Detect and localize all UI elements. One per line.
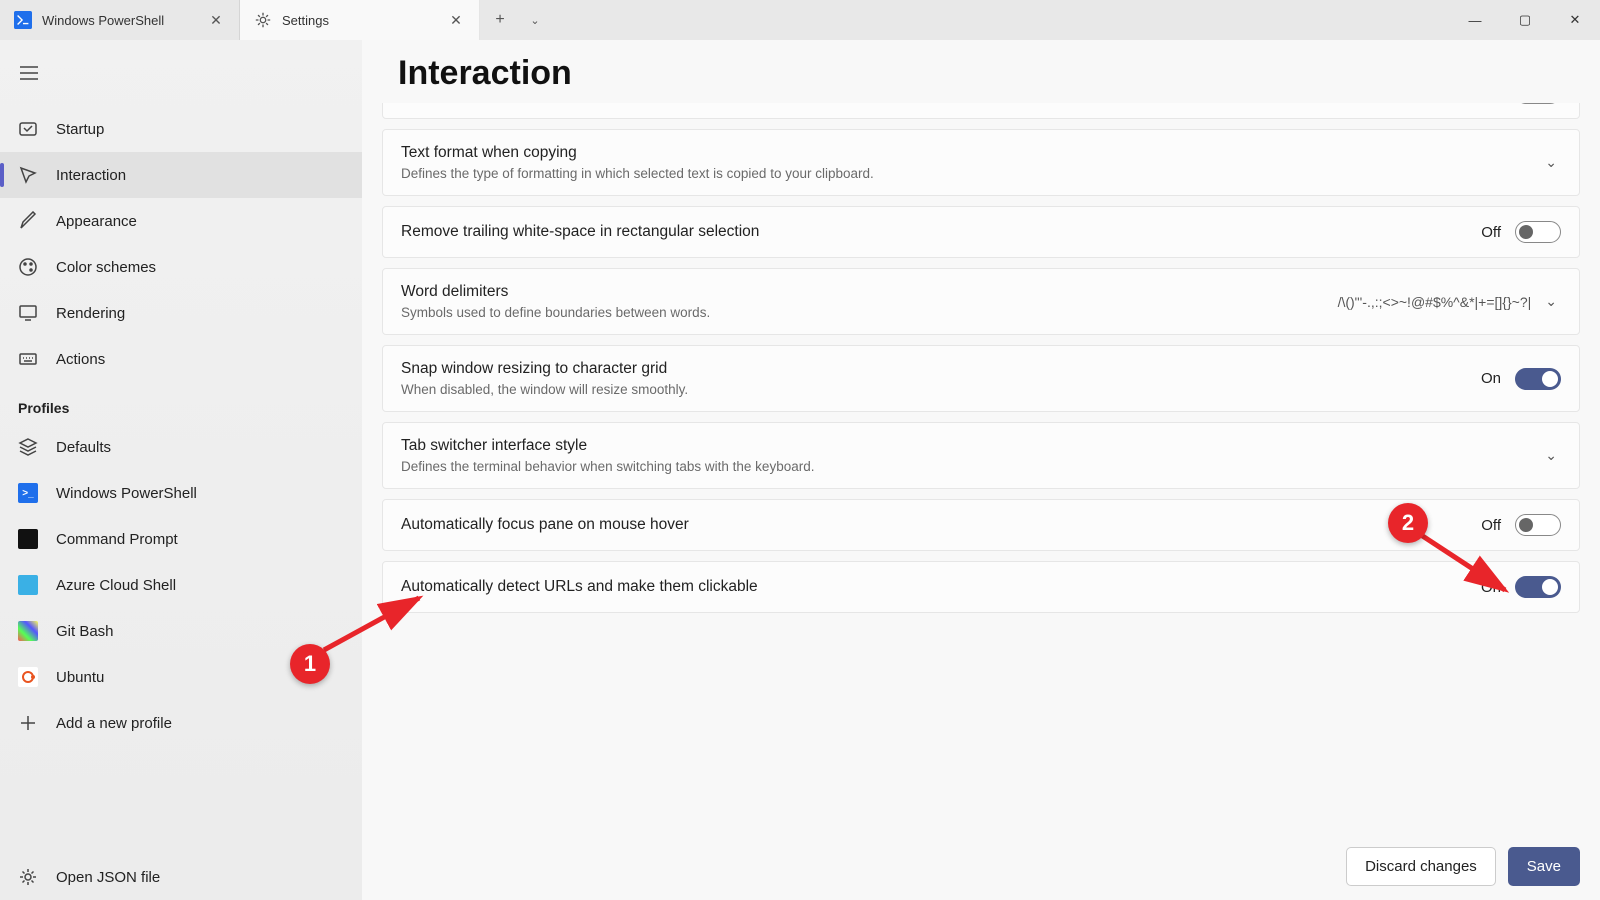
plus-icon (18, 713, 38, 733)
sidebar-item-actions[interactable]: Actions (0, 336, 362, 382)
setting-word-delimiters[interactable]: Word delimiters Symbols used to define b… (382, 268, 1580, 335)
nav-label: Command Prompt (56, 531, 178, 548)
minimize-button[interactable]: — (1450, 0, 1500, 40)
chevron-down-icon: ⌄ (1545, 154, 1561, 171)
gear-icon (254, 11, 272, 29)
annotation-callout-1: 1 (290, 644, 330, 684)
nav-list: Startup Interaction Appearance Color sch… (0, 106, 362, 854)
content: Interaction Automatically copy selection… (362, 40, 1600, 900)
nav-label: Startup (56, 121, 104, 138)
toggle-label: On (1481, 370, 1501, 387)
chevron-down-icon: ⌄ (1545, 293, 1561, 310)
settings-list: Automatically copy selection to clipboar… (362, 103, 1600, 900)
setting-title: Word delimiters (401, 283, 710, 301)
sidebar-item-appearance[interactable]: Appearance (0, 198, 362, 244)
setting-auto-copy[interactable]: Automatically copy selection to clipboar… (382, 103, 1580, 119)
gitbash-icon (18, 621, 38, 641)
discard-button[interactable]: Discard changes (1346, 847, 1496, 886)
annotation-arrow-2 (1410, 525, 1520, 605)
tab-powershell[interactable]: Windows PowerShell ✕ (0, 0, 240, 40)
setting-title: Remove trailing white-space in rectangul… (401, 223, 759, 241)
nav-label: Appearance (56, 213, 137, 230)
chevron-down-icon: ⌄ (1545, 447, 1561, 464)
sidebar-profile-defaults[interactable]: Defaults (0, 424, 362, 470)
layers-icon (18, 437, 38, 457)
window-controls: — ▢ ✕ (1450, 0, 1600, 40)
tab-label: Settings (282, 13, 437, 28)
setting-description: Defines the type of formatting in which … (401, 166, 874, 181)
sidebar-profile-azure[interactable]: Azure Cloud Shell (0, 562, 362, 608)
sidebar-item-startup[interactable]: Startup (0, 106, 362, 152)
nav-label: Open JSON file (56, 869, 160, 886)
close-icon[interactable]: ✕ (207, 11, 225, 29)
setting-detect-urls[interactable]: Automatically detect URLs and make them … (382, 561, 1580, 613)
nav-label: Azure Cloud Shell (56, 577, 176, 594)
profiles-header: Profiles (0, 382, 362, 424)
nav-label: Actions (56, 351, 105, 368)
keyboard-icon (18, 349, 38, 369)
tab-settings[interactable]: Settings ✕ (240, 0, 480, 40)
setting-value: /\()"'-.,:;<>~!@#$%^&*|+=[]{}~?| (1338, 294, 1532, 310)
toggle-focus-on-hover[interactable] (1515, 514, 1561, 536)
sidebar-item-rendering[interactable]: Rendering (0, 290, 362, 336)
nav-label: Color schemes (56, 259, 156, 276)
setting-title: Text format when copying (401, 144, 874, 162)
nav-label: Add a new profile (56, 715, 172, 732)
tabs-container: Windows PowerShell ✕ Settings ✕ + ⌄ (0, 0, 550, 40)
cmd-icon (18, 529, 38, 549)
hamburger-button[interactable] (6, 50, 52, 96)
setting-remove-trailing[interactable]: Remove trailing white-space in rectangul… (382, 206, 1580, 258)
cursor-icon (18, 165, 38, 185)
close-icon[interactable]: ✕ (447, 11, 465, 29)
nav-label: Ubuntu (56, 669, 104, 686)
save-button[interactable]: Save (1508, 847, 1580, 886)
nav-label: Rendering (56, 305, 125, 322)
toggle-auto-copy[interactable] (1515, 103, 1561, 104)
nav-label: Windows PowerShell (56, 485, 197, 502)
nav-label: Interaction (56, 167, 126, 184)
setting-description: Defines the terminal behavior when switc… (401, 459, 814, 474)
gear-icon (18, 867, 38, 887)
setting-description: Symbols used to define boundaries betwee… (401, 305, 710, 320)
toggle-detect-urls[interactable] (1515, 576, 1561, 598)
sidebar-open-json[interactable]: Open JSON file (0, 854, 362, 900)
monitor-icon (18, 303, 38, 323)
sidebar: Startup Interaction Appearance Color sch… (0, 40, 362, 900)
ubuntu-icon (18, 667, 38, 687)
powershell-icon (14, 11, 32, 29)
powershell-icon: >_ (18, 483, 38, 503)
nav-label: Git Bash (56, 623, 114, 640)
new-tab-button[interactable]: + (480, 0, 520, 40)
setting-snap-resize[interactable]: Snap window resizing to character grid W… (382, 345, 1580, 412)
footer-buttons: Discard changes Save (1346, 847, 1580, 886)
page-title: Interaction (362, 40, 1600, 103)
setting-title: Tab switcher interface style (401, 437, 814, 455)
close-window-button[interactable]: ✕ (1550, 0, 1600, 40)
tab-label: Windows PowerShell (42, 13, 197, 28)
toggle-remove-trailing[interactable] (1515, 221, 1561, 243)
tab-dropdown-button[interactable]: ⌄ (520, 0, 550, 40)
toggle-snap-resize[interactable] (1515, 368, 1561, 390)
setting-title: Snap window resizing to character grid (401, 360, 688, 378)
startup-icon (18, 119, 38, 139)
toggle-label: Off (1481, 224, 1501, 241)
sidebar-item-interaction[interactable]: Interaction (0, 152, 362, 198)
setting-text-format[interactable]: Text format when copying Defines the typ… (382, 129, 1580, 196)
setting-title: Automatically detect URLs and make them … (401, 578, 758, 596)
sidebar-add-profile[interactable]: Add a new profile (0, 700, 362, 746)
maximize-button[interactable]: ▢ (1500, 0, 1550, 40)
palette-icon (18, 257, 38, 277)
setting-description: When disabled, the window will resize sm… (401, 382, 688, 397)
nav-label: Defaults (56, 439, 111, 456)
annotation-arrow-1 (314, 590, 434, 670)
setting-tab-switcher[interactable]: Tab switcher interface style Defines the… (382, 422, 1580, 489)
sidebar-profile-cmd[interactable]: Command Prompt (0, 516, 362, 562)
brush-icon (18, 211, 38, 231)
sidebar-item-color-schemes[interactable]: Color schemes (0, 244, 362, 290)
setting-title: Automatically focus pane on mouse hover (401, 516, 689, 534)
azure-icon (18, 575, 38, 595)
annotation-callout-2: 2 (1388, 503, 1428, 543)
titlebar: Windows PowerShell ✕ Settings ✕ + ⌄ — ▢ … (0, 0, 1600, 40)
sidebar-profile-powershell[interactable]: >_ Windows PowerShell (0, 470, 362, 516)
